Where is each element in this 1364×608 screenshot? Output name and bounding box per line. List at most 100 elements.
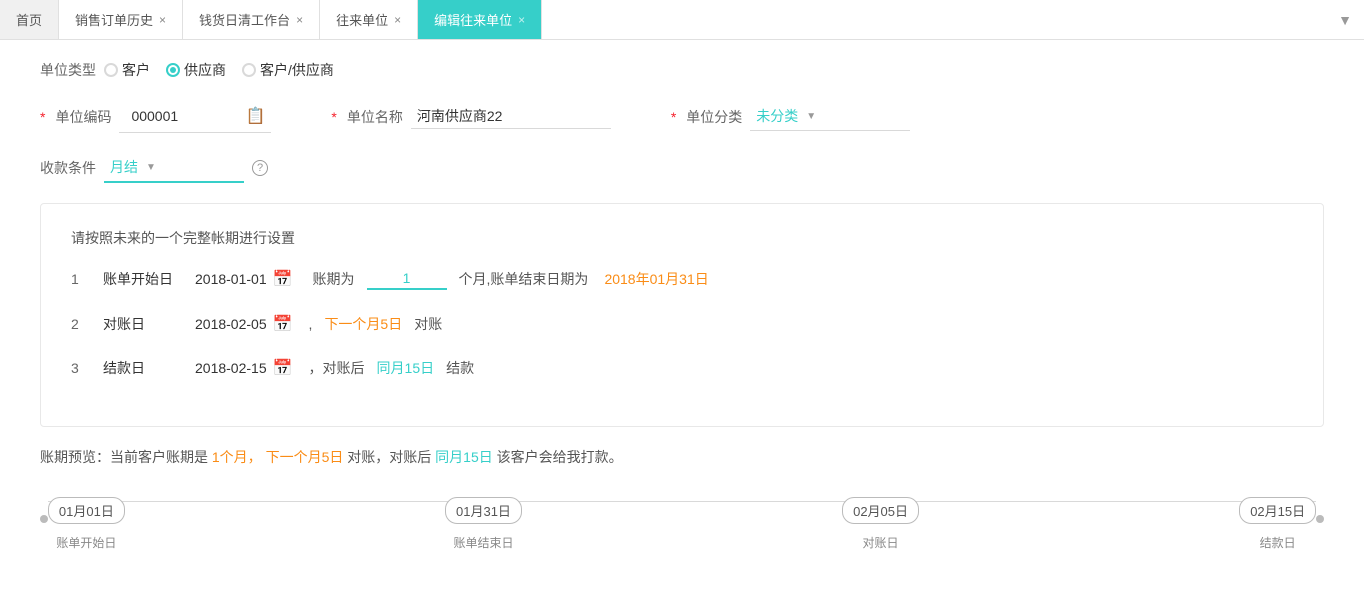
unit-category-group: * 单位分类 未分类 ▼ (671, 102, 910, 131)
main-content: 单位类型 客户 供应商 客户/供应商 * 单位编码 (0, 40, 1364, 608)
reconcile-date-orange: 下一个月5日 (324, 314, 402, 334)
reconcile-desc: , (309, 316, 313, 332)
tab-expand-btn[interactable]: ▼ (1326, 0, 1364, 39)
preview-period: 1个月， (212, 449, 262, 465)
period-suffix: 个月,账单结束日期为 (459, 269, 589, 289)
tab-edit-partner[interactable]: 编辑往来单位 × (418, 0, 542, 39)
unit-name-input[interactable] (411, 104, 611, 129)
timeline-nodes: 01月01日 账单开始日 01月31日 账单结束日 02月05日 对账日 02月… (48, 497, 1316, 551)
node-pill-3: 02月05日 (842, 497, 919, 524)
row-num-1: 1 (71, 271, 91, 287)
date-input-1: 2018-01-01 📅 (195, 269, 293, 289)
unit-code-required-star: * (40, 109, 45, 125)
reconcile-suffix: 对账 (414, 314, 442, 334)
node-label-2: 账单结束日 (453, 534, 513, 551)
row-num-2: 2 (71, 316, 91, 332)
payment-terms-group: 收款条件 月结 ▼ ? (40, 153, 268, 183)
unit-category-label: 单位分类 (686, 107, 742, 127)
node-pill-4: 02月15日 (1239, 497, 1316, 524)
close-tab-edit-partner[interactable]: × (518, 13, 525, 27)
preview-payment: 同月15日 (435, 449, 493, 465)
payment-desc-prefix: ，对账后 (309, 358, 365, 378)
node-label-1: 账单开始日 (56, 534, 116, 551)
date-text-3: 2018-02-15 (195, 360, 267, 376)
close-tab-cash[interactable]: × (296, 13, 303, 27)
help-icon[interactable]: ? (252, 160, 268, 176)
payment-date-teal: 同月15日 (377, 358, 435, 378)
radio-customer[interactable]: 客户 (104, 60, 150, 80)
payment-terms-row: 收款条件 月结 ▼ ? (40, 153, 1324, 183)
payment-terms-label: 收款条件 (40, 158, 96, 178)
calendar-icon-3[interactable]: 📅 (273, 358, 293, 378)
setting-row-2: 2 对账日 2018-02-05 📅 , 下一个月5日 对账 (71, 314, 1293, 334)
radio-supplier-label: 供应商 (184, 60, 226, 80)
radio-supplier[interactable]: 供应商 (166, 60, 226, 80)
unit-code-group: * 单位编码 📋 (40, 100, 271, 133)
unit-code-label: 单位编码 (55, 107, 111, 127)
tab-partner-units[interactable]: 往来单位 × (320, 0, 418, 39)
unit-info-row: * 单位编码 📋 * 单位名称 * 单位分类 未分类 ▼ (40, 100, 1324, 133)
tab-home[interactable]: 首页 (0, 0, 59, 39)
tab-bar: 首页 销售订单历史 × 钱货日清工作台 × 往来单位 × 编辑往来单位 × ▼ (0, 0, 1364, 40)
unit-type-row: 单位类型 客户 供应商 客户/供应商 (40, 60, 1324, 80)
node-pill-1: 01月01日 (48, 497, 125, 524)
end-date: 2018年01月31日 (604, 269, 708, 289)
radio-both[interactable]: 客户/供应商 (242, 60, 334, 80)
date-text-1: 2018-01-01 (195, 271, 267, 287)
row-label-3: 结款日 (103, 358, 183, 378)
timeline-start-dot (40, 515, 48, 523)
close-tab-sales[interactable]: × (159, 13, 166, 27)
timeline-node-4: 02月15日 结款日 (1239, 497, 1316, 551)
row-label-2: 对账日 (103, 314, 183, 334)
unit-category-select[interactable]: 未分类 ▼ (750, 102, 910, 131)
timeline-node-2: 01月31日 账单结束日 (445, 497, 522, 551)
date-input-3: 2018-02-15 📅 (195, 358, 293, 378)
unit-category-required-star: * (671, 109, 676, 125)
unit-name-required-star: * (331, 109, 336, 125)
tab-cash-goods[interactable]: 钱货日清工作台 × (183, 0, 320, 39)
unit-category-chevron: ▼ (806, 111, 816, 122)
calendar-icon-2[interactable]: 📅 (273, 314, 293, 334)
setting-row-3: 3 结款日 2018-02-15 📅 ，对账后 同月15日 结款 (71, 358, 1293, 378)
node-pill-2: 01月31日 (445, 497, 522, 524)
unit-category-value: 未分类 (756, 106, 798, 126)
unit-code-input-wrapper: 📋 (119, 100, 271, 133)
node-label-3: 对账日 (863, 534, 899, 551)
radio-both-circle (242, 63, 256, 77)
timeline-node-1: 01月01日 账单开始日 (48, 497, 125, 551)
preview-period-suffix: 下一个月5日 (266, 449, 344, 465)
radio-customer-circle (104, 63, 118, 77)
tab-sales-order-history[interactable]: 销售订单历史 × (59, 0, 183, 39)
unit-code-input[interactable] (125, 104, 245, 128)
radio-both-label: 客户/供应商 (260, 60, 334, 80)
setting-box: 请按照未来的一个完整帐期进行设置 1 账单开始日 2018-01-01 📅 账期… (40, 203, 1324, 427)
unit-name-group: * 单位名称 (331, 104, 610, 129)
date-text-2: 2018-02-05 (195, 316, 267, 332)
date-input-2: 2018-02-05 📅 (195, 314, 293, 334)
payment-terms-chevron: ▼ (146, 162, 156, 173)
payment-terms-value: 月结 (110, 157, 138, 177)
unit-code-copy-icon[interactable]: 📋 (245, 106, 265, 126)
payment-suffix: 结款 (446, 358, 474, 378)
timeline-node-3: 02月05日 对账日 (842, 497, 919, 551)
node-label-4: 结款日 (1260, 534, 1296, 551)
calendar-icon-1[interactable]: 📅 (273, 269, 293, 289)
unit-type-label: 单位类型 (40, 60, 96, 80)
row-num-3: 3 (71, 360, 91, 376)
period-prefix: 账期为 (313, 269, 355, 289)
preview-text: 账期预览：当前客户账期是 1个月， 下一个月5日 对账，对账后 同月15日 该客… (40, 447, 1324, 467)
unit-name-label: 单位名称 (347, 107, 403, 127)
timeline: 01月01日 账单开始日 01月31日 账单结束日 02月05日 对账日 02月… (40, 487, 1324, 571)
timeline-line (48, 501, 1316, 502)
timeline-end-dot (1316, 515, 1324, 523)
close-tab-partner[interactable]: × (394, 13, 401, 27)
radio-customer-label: 客户 (122, 60, 150, 80)
unit-type-group: 单位类型 客户 供应商 客户/供应商 (40, 60, 334, 80)
period-value-input[interactable] (367, 268, 447, 290)
unit-type-radio-group: 客户 供应商 客户/供应商 (104, 60, 334, 80)
setting-box-title: 请按照未来的一个完整帐期进行设置 (71, 228, 1293, 248)
setting-row-1: 1 账单开始日 2018-01-01 📅 账期为 个月,账单结束日期为 2018… (71, 268, 1293, 290)
payment-terms-select[interactable]: 月结 ▼ (104, 153, 244, 183)
row-label-1: 账单开始日 (103, 269, 183, 289)
radio-supplier-circle (166, 63, 180, 77)
